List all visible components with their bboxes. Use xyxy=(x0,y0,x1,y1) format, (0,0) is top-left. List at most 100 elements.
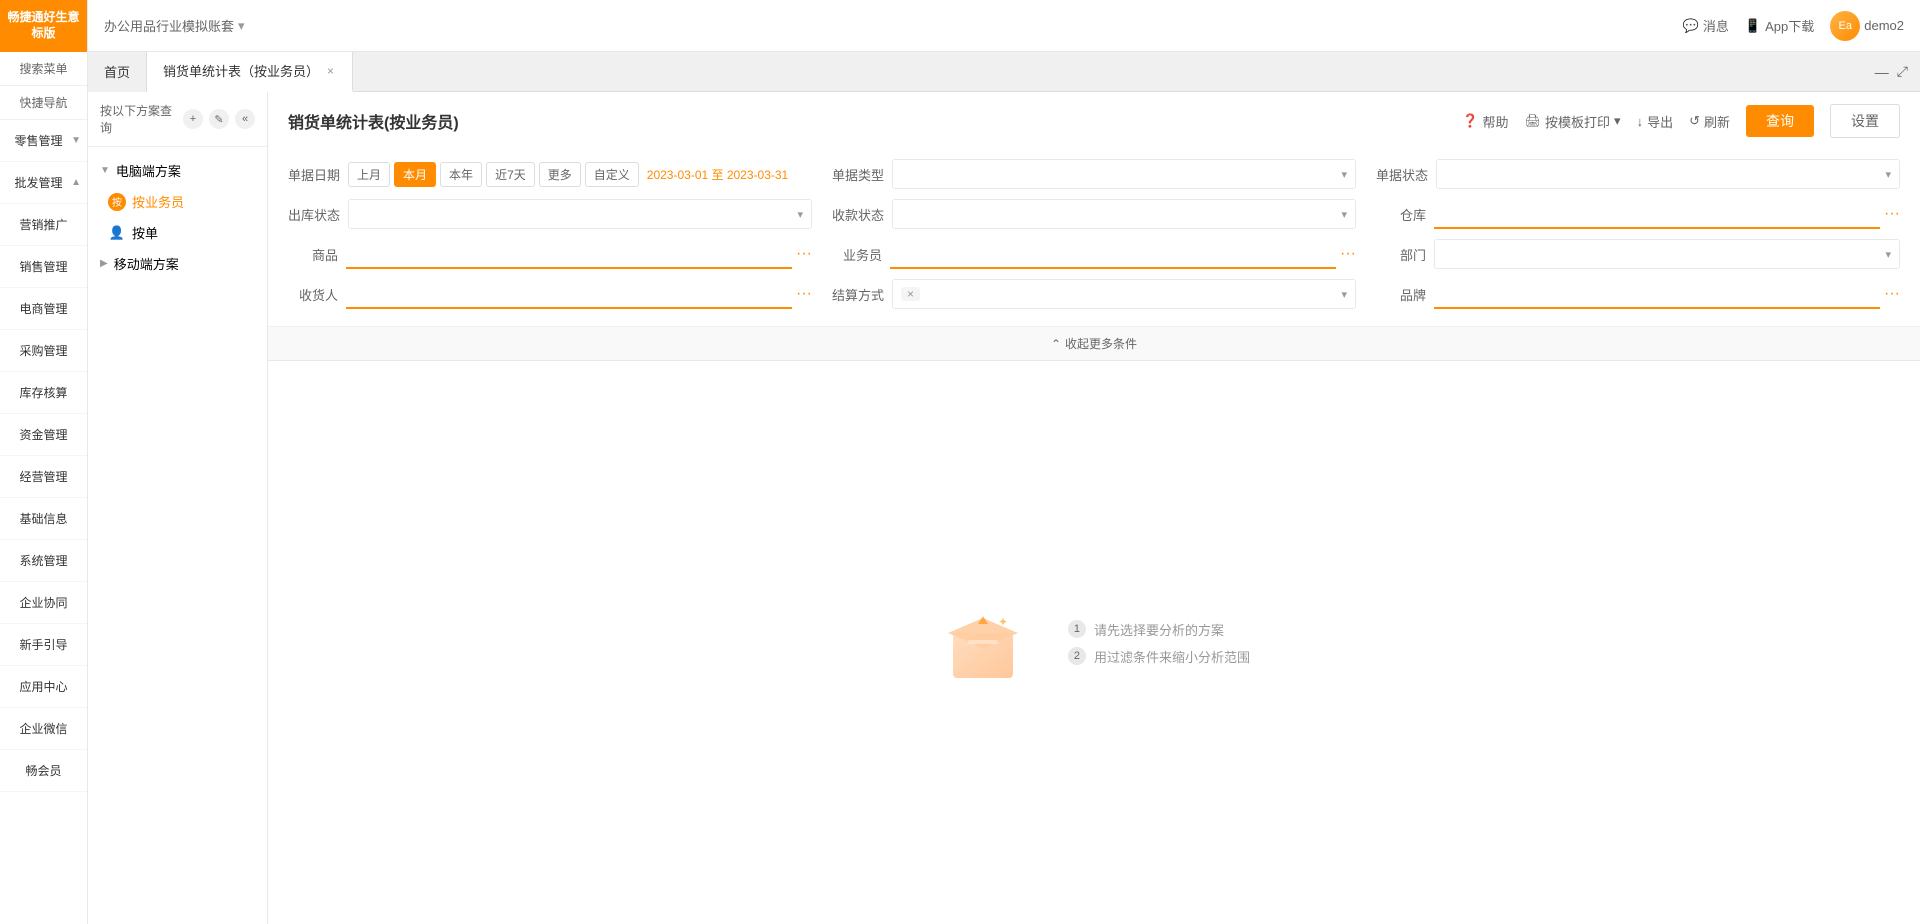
receipt-status-label: 收款状态 xyxy=(832,205,884,224)
help-btn[interactable]: ❓ 帮助 xyxy=(1462,112,1508,131)
tree-item-mobile[interactable]: ▶ 移动端方案 xyxy=(88,248,267,279)
department-label: 部门 xyxy=(1376,245,1426,264)
sidebar-item-inventory[interactable]: 库存核算 xyxy=(0,372,87,414)
help-icon: ❓ xyxy=(1462,113,1478,129)
sidebar-search[interactable]: 按以下方案查询 搜索菜单 xyxy=(0,52,87,86)
left-panel-icons: + ✎ « xyxy=(183,109,255,129)
order-status-select[interactable]: ▾ xyxy=(1436,159,1900,189)
salesman-label: 业务员 xyxy=(832,245,882,264)
goods-input[interactable] xyxy=(346,239,792,269)
date-btn-custom[interactable]: 自定义 xyxy=(585,162,639,187)
sidebar-item-operations[interactable]: 经营管理 xyxy=(0,456,87,498)
sidebar-item-marketing[interactable]: 营销推广 xyxy=(0,204,87,246)
page-content: 按以下方案查询 + ✎ « ▼ 电脑端方案 按 按业务员 👤 按 xyxy=(88,92,1920,924)
goods-label: 商品 xyxy=(288,245,338,264)
salesman-input[interactable] xyxy=(890,239,1336,269)
settlement-control: × ▾ xyxy=(892,279,1356,309)
print-btn[interactable]: 🖨 按模板打印 ▾ xyxy=(1525,112,1621,131)
page-title: 销货单统计表(按业务员) xyxy=(288,109,459,133)
tab-minimize-btn[interactable]: — xyxy=(1875,64,1889,80)
sidebar-item-wholesale[interactable]: 批发管理 ▲ xyxy=(0,162,87,204)
collapse-panel-btn[interactable]: « xyxy=(235,109,255,129)
consignee-input[interactable] xyxy=(346,279,792,309)
sidebar-item-appcenter[interactable]: 应用中心 xyxy=(0,666,87,708)
date-btn-this-month[interactable]: 本月 xyxy=(394,162,436,187)
sidebar-item-wechat[interactable]: 企业微信 xyxy=(0,708,87,750)
hint-num-1: 1 xyxy=(1068,620,1086,638)
refresh-btn[interactable]: ↺ 刷新 xyxy=(1689,112,1730,131)
sidebar-item-retail[interactable]: 零售管理 ▼ xyxy=(0,120,87,162)
edit-scheme-btn[interactable]: ✎ xyxy=(209,109,229,129)
order-status-control: ▾ xyxy=(1436,159,1900,189)
order-type-control: ▾ xyxy=(892,159,1356,189)
app-download-btn[interactable]: 📱 App下载 xyxy=(1745,16,1814,35)
goods-dots[interactable]: ··· xyxy=(796,245,812,263)
sidebar-item-member[interactable]: 畅会员 xyxy=(0,750,87,792)
add-scheme-btn[interactable]: + xyxy=(183,109,203,129)
settlement-arrow: ▾ xyxy=(1341,288,1347,301)
date-control: 上月 本月 本年 近7天 更多 自定义 2023-03-01 至 2023-03… xyxy=(348,162,812,187)
salesman-dots[interactable]: ··· xyxy=(1340,245,1356,263)
consignee-label: 收货人 xyxy=(288,285,338,304)
out-status-label: 出库状态 xyxy=(288,205,340,224)
date-btn-last-month[interactable]: 上月 xyxy=(348,162,390,187)
order-type-select[interactable]: ▾ xyxy=(892,159,1356,189)
sidebar-quick-nav[interactable]: 快捷导航 xyxy=(0,86,87,120)
warehouse-input[interactable] xyxy=(1434,199,1880,229)
topbar: 办公用品行业模拟账套 ▾ 💬 消息 📱 App下载 Ea demo2 xyxy=(88,0,1920,52)
date-btn-7days[interactable]: 近7天 xyxy=(486,162,535,187)
settlement-label: 结算方式 xyxy=(832,285,884,304)
tab-sales-stat[interactable]: 销货单统计表（按业务员） × xyxy=(147,52,353,92)
sidebar-item-ecommerce[interactable]: 电商管理 xyxy=(0,288,87,330)
tree-label-salesman: 按业务员 xyxy=(132,192,184,211)
breadcrumb-dropdown[interactable]: ▾ xyxy=(238,18,245,34)
message-btn[interactable]: 💬 消息 xyxy=(1683,16,1729,35)
order-status-arrow: ▾ xyxy=(1885,168,1891,181)
user-avatar-btn[interactable]: Ea demo2 xyxy=(1830,11,1904,41)
brand-input[interactable] xyxy=(1434,279,1880,309)
export-btn[interactable]: ↓ 导出 xyxy=(1637,112,1674,131)
sidebar-item-basic[interactable]: 基础信息 xyxy=(0,498,87,540)
filter-warehouse-cell: 仓库 ··· xyxy=(1376,198,1900,230)
collapse-btn[interactable]: ⌃ 收起更多条件 xyxy=(268,326,1920,360)
tree-item-salesman[interactable]: 按 按业务员 xyxy=(88,186,267,217)
tree-item-desktop[interactable]: ▼ 电脑端方案 xyxy=(88,155,267,186)
warehouse-label: 仓库 xyxy=(1376,205,1426,224)
settlement-tag-close[interactable]: × xyxy=(907,288,914,300)
date-btn-this-year[interactable]: 本年 xyxy=(440,162,482,187)
brand-dots[interactable]: ··· xyxy=(1884,285,1900,303)
empty-state: ✦ 1 请先选择要分析的方案 2 用过滤条件来缩小分析范围 xyxy=(938,598,1250,688)
tree-item-order[interactable]: 👤 按单 xyxy=(88,217,267,248)
warehouse-control: ··· xyxy=(1434,199,1900,229)
sidebar-item-newbie[interactable]: 新手引导 xyxy=(0,624,87,666)
department-select[interactable]: ▾ xyxy=(1434,239,1900,269)
filter-date-cell: 单据日期 上月 本月 本年 近7天 更多 自定义 2023-03-01 至 20… xyxy=(288,158,812,190)
collapse-icon: ⌃ xyxy=(1051,337,1061,351)
sidebar-item-enterprise[interactable]: 企业协同 xyxy=(0,582,87,624)
receipt-status-select[interactable]: ▾ xyxy=(892,199,1356,229)
settlement-select[interactable]: × ▾ xyxy=(892,279,1356,309)
out-status-select[interactable]: ▾ xyxy=(348,199,812,229)
warehouse-dots[interactable]: ··· xyxy=(1884,205,1900,223)
tab-maximize-btn[interactable]: ⤢ xyxy=(1897,63,1908,80)
date-btn-more[interactable]: 更多 xyxy=(539,162,581,187)
app-logo: 畅捷通好生意 标版 xyxy=(0,0,87,52)
receipt-status-arrow: ▾ xyxy=(1341,208,1347,221)
sidebar-item-purchase[interactable]: 采购管理 xyxy=(0,330,87,372)
left-panel-tree: ▼ 电脑端方案 按 按业务员 👤 按单 ▶ 移动端方案 xyxy=(88,147,267,924)
sidebar-item-finance[interactable]: 资金管理 xyxy=(0,414,87,456)
consignee-dots[interactable]: ··· xyxy=(796,285,812,303)
query-button[interactable]: 查询 xyxy=(1746,105,1814,137)
sidebar-item-system[interactable]: 系统管理 xyxy=(0,540,87,582)
empty-hints: 1 请先选择要分析的方案 2 用过滤条件来缩小分析范围 xyxy=(1068,620,1250,666)
filter-order-status-cell: 单据状态 ▾ xyxy=(1376,158,1900,190)
sidebar-item-sales[interactable]: 销售管理 xyxy=(0,246,87,288)
date-label: 单据日期 xyxy=(288,165,340,184)
filter-order-type-cell: 单据类型 ▾ xyxy=(832,158,1356,190)
tab-close-btn[interactable]: × xyxy=(325,62,336,80)
tab-home[interactable]: 首页 xyxy=(88,52,147,92)
filter-receipt-status-cell: 收款状态 ▾ xyxy=(832,198,1356,230)
filter-settlement-cell: 结算方式 × ▾ xyxy=(832,278,1356,310)
filter-row-4: 收货人 ··· 结算方式 xyxy=(288,278,1900,310)
setting-button[interactable]: 设置 xyxy=(1830,104,1900,138)
